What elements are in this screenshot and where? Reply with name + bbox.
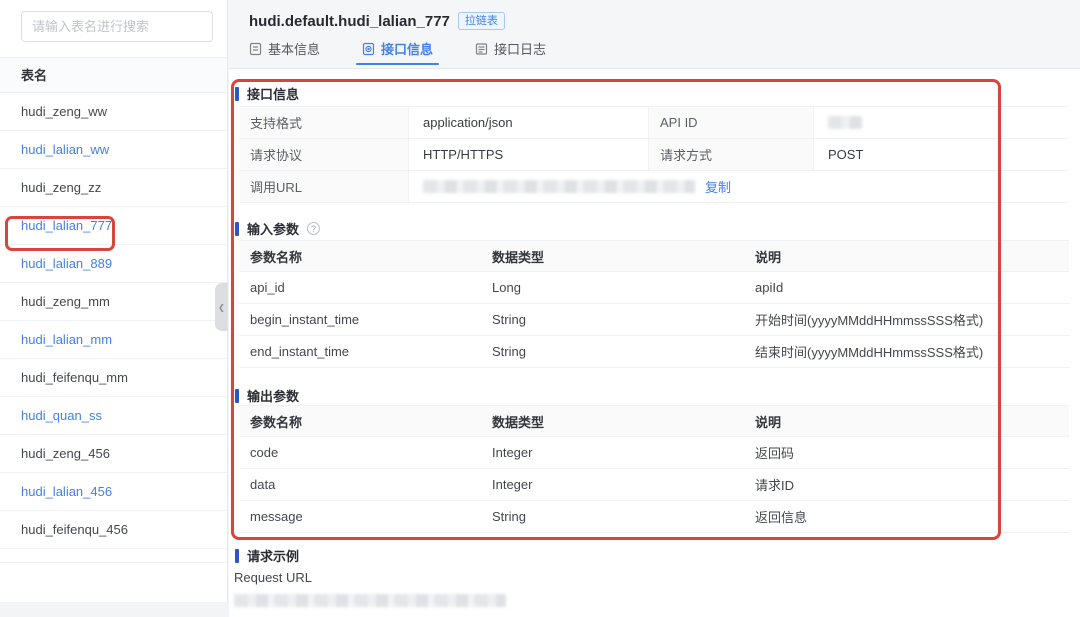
table-item-hudi_lalian_777[interactable]: hudi_lalian_777: [0, 207, 227, 245]
table-row: api_id Long apiId: [239, 272, 1069, 304]
label-request-protocol: 请求协议: [239, 139, 409, 170]
label-support-format: 支持格式: [239, 107, 409, 138]
col-description: 说明: [755, 414, 782, 430]
table-list: hudi_zeng_ww hudi_lalian_ww hudi_zeng_zz…: [0, 93, 227, 563]
copy-url-link[interactable]: 复制: [705, 177, 731, 196]
table-row: end_instant_time String 结束时间(yyyyMMddHHm…: [239, 336, 1069, 368]
interface-info-panel: 接口信息 支持格式 application/json API ID 请求协议 H…: [229, 69, 1080, 617]
section-title-text: 接口信息: [247, 87, 300, 102]
table-list-sidebar: 表名 hudi_zeng_ww hudi_lalian_ww hudi_zeng…: [0, 0, 228, 602]
col-description: 说明: [755, 249, 782, 265]
value-support-format: application/json: [409, 107, 649, 138]
param-name: api_id: [250, 280, 285, 295]
section-title-text: 输入参数: [247, 222, 300, 237]
output-params-table: 参数名称 数据类型 说明 code Integer 返回码 data Integ…: [239, 405, 1069, 533]
col-param-name: 参数名称: [250, 249, 303, 265]
table-row: 请求协议 HTTP/HTTPS 请求方式 POST: [239, 139, 1069, 171]
table-header-row: 参数名称 数据类型 说明: [239, 240, 1069, 272]
table-row: code Integer 返回码: [239, 437, 1069, 469]
param-name: data: [250, 477, 276, 492]
param-desc: 请求ID: [755, 478, 795, 493]
section-bar: [235, 548, 239, 563]
sidebar-collapse-handle[interactable]: ❮: [215, 283, 228, 331]
table-row: 调用URL 复制: [239, 171, 1069, 203]
table-row: message String 返回信息: [239, 501, 1069, 533]
param-type: Long: [492, 280, 521, 295]
table-row: data Integer 请求ID: [239, 469, 1069, 501]
param-desc: 开始时间(yyyyMMddHHmmssSSS格式): [755, 313, 984, 328]
value-request-protocol: HTTP/HTTPS: [409, 139, 649, 170]
param-name: begin_instant_time: [250, 312, 360, 327]
redacted-api-id-value: [828, 116, 862, 129]
section-bar: [235, 86, 239, 101]
param-name: code: [250, 445, 279, 460]
page-title: hudi.default.hudi_lalian_777: [249, 12, 450, 30]
table-header-row: 参数名称 数据类型 说明: [239, 405, 1069, 437]
tab-interface-log-label: 接口日志: [494, 42, 547, 57]
table-item-hudi_quan_ss[interactable]: hudi_quan_ss: [0, 397, 227, 435]
table-row: 支持格式 application/json API ID: [239, 107, 1069, 139]
param-desc: 返回信息: [755, 510, 808, 525]
section-title-output-params: 输出参数: [235, 386, 299, 405]
tab-interface-info-label: 接口信息: [381, 42, 434, 57]
param-type: String: [492, 509, 526, 524]
document-icon: [249, 42, 262, 56]
api-document-icon: [362, 42, 375, 56]
redacted-call-url-value: [423, 180, 695, 193]
param-name: message: [250, 509, 303, 524]
input-params-table: 参数名称 数据类型 说明 api_id Long apiId begin_ins…: [239, 240, 1069, 368]
collapse-arrow-icon: ❮: [218, 302, 225, 312]
section-title-text: 请求示例: [247, 549, 300, 564]
table-item-hudi_zeng_ww[interactable]: hudi_zeng_ww: [0, 93, 227, 131]
section-bar: [235, 221, 239, 236]
table-list-header: 表名: [0, 57, 227, 93]
param-type: String: [492, 312, 526, 327]
param-desc: 返回码: [755, 446, 795, 461]
param-desc: 结束时间(yyyyMMddHHmmssSSS格式): [755, 345, 984, 360]
table-item-hudi_lalian_ww[interactable]: hudi_lalian_ww: [0, 131, 227, 169]
detail-header: hudi.default.hudi_lalian_777 拉链表 基本信息 接口…: [229, 0, 1080, 69]
table-item-hudi_lalian_456[interactable]: hudi_lalian_456: [0, 473, 227, 511]
section-title-input-params: 输入参数 ?: [235, 219, 321, 238]
tab-interface-info[interactable]: 接口信息: [356, 39, 440, 65]
section-title-request-example: 请求示例: [235, 546, 299, 565]
value-request-method: POST: [814, 139, 1069, 170]
section-title-text: 输出参数: [247, 389, 300, 404]
param-desc: apiId: [755, 280, 784, 295]
log-list-icon: [475, 42, 488, 56]
label-call-url: 调用URL: [239, 171, 409, 202]
col-data-type: 数据类型: [492, 249, 545, 265]
table-search-input[interactable]: [21, 11, 213, 42]
table-item-hudi_zeng_mm[interactable]: hudi_zeng_mm: [0, 283, 227, 321]
table-row: begin_instant_time String 开始时间(yyyyMMddH…: [239, 304, 1069, 336]
param-type: Integer: [492, 477, 533, 492]
redacted-request-url-value: [234, 594, 506, 607]
table-item-empty: [0, 549, 227, 563]
tab-interface-log[interactable]: 接口日志: [475, 39, 546, 65]
section-title-interface-info: 接口信息: [235, 84, 299, 103]
request-url-label: Request URL: [234, 570, 313, 585]
label-request-method: 请求方式: [649, 139, 814, 170]
table-item-hudi_lalian_889[interactable]: hudi_lalian_889: [0, 245, 227, 283]
param-name: end_instant_time: [250, 344, 350, 359]
label-api-id: API ID: [649, 107, 814, 138]
value-api-id: [814, 107, 1069, 138]
detail-tabs: 基本信息 接口信息 接口日志: [229, 39, 1080, 65]
param-type: String: [492, 344, 526, 359]
table-item-hudi_zeng_zz[interactable]: hudi_zeng_zz: [0, 169, 227, 207]
param-type: Integer: [492, 445, 533, 460]
interface-info-table: 支持格式 application/json API ID 请求协议 HTTP/H…: [239, 106, 1069, 203]
col-param-name: 参数名称: [250, 414, 303, 430]
zipper-table-badge: 拉链表: [457, 12, 505, 30]
help-question-icon[interactable]: ?: [307, 222, 321, 235]
value-call-url: 复制: [409, 171, 1069, 202]
tab-basic-info[interactable]: 基本信息: [249, 39, 320, 65]
table-item-hudi_feifenqu_mm[interactable]: hudi_feifenqu_mm: [0, 359, 227, 397]
tab-basic-info-label: 基本信息: [268, 42, 321, 57]
section-bar: [235, 388, 239, 403]
col-data-type: 数据类型: [492, 414, 545, 430]
table-item-hudi_feifenqu_456[interactable]: hudi_feifenqu_456: [0, 511, 227, 549]
table-item-hudi_lalian_mm[interactable]: hudi_lalian_mm: [0, 321, 227, 359]
table-item-hudi_zeng_456[interactable]: hudi_zeng_456: [0, 435, 227, 473]
